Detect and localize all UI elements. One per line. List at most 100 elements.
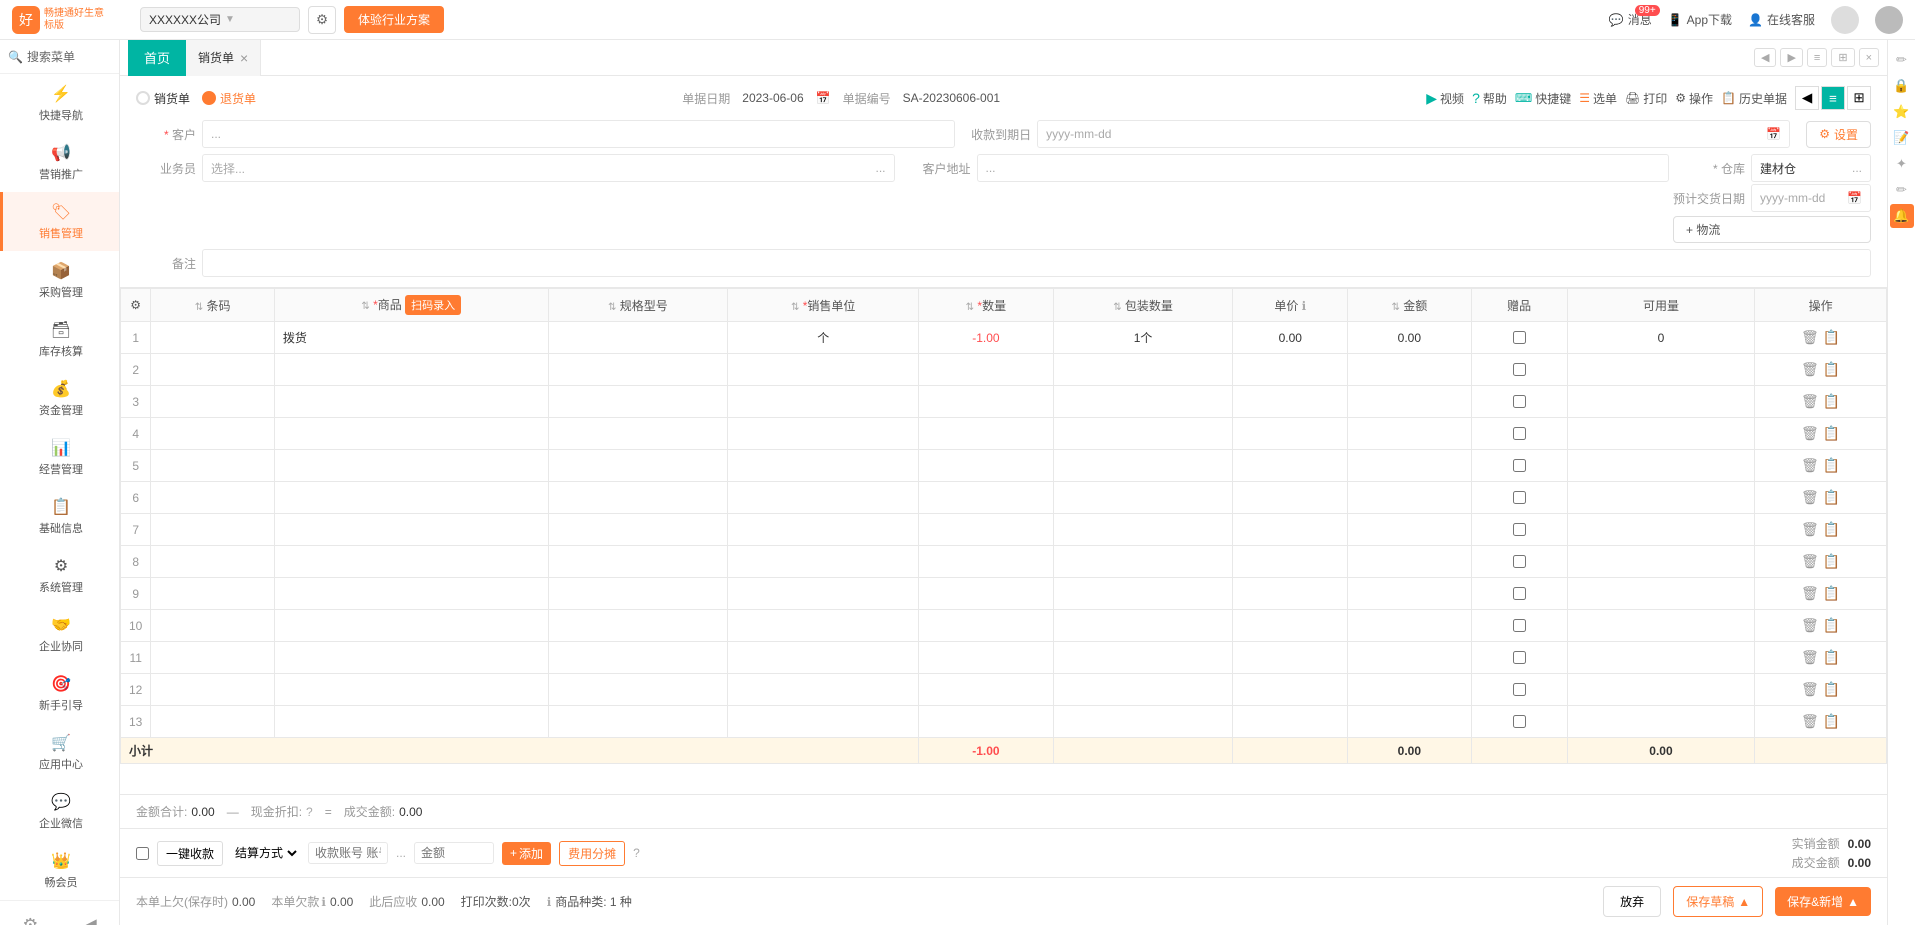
close-all-btn[interactable]: × (1859, 48, 1879, 67)
collect-date-input[interactable]: yyyy-mm-dd 📅 (1037, 120, 1790, 148)
unit-price-cell[interactable] (1233, 450, 1348, 482)
amount-cell[interactable] (1348, 418, 1472, 450)
sidebar-item-purchase[interactable]: 📦 采购管理 (0, 251, 119, 310)
right-panel-btn-7[interactable]: 🔔 (1890, 204, 1914, 228)
pack-qty-cell[interactable] (1053, 354, 1233, 386)
copy-row-btn[interactable]: 📋 (1823, 521, 1840, 538)
unit-cell[interactable] (728, 642, 919, 674)
trial-button[interactable]: 体验行业方案 (344, 6, 444, 33)
pack-qty-cell[interactable] (1053, 642, 1233, 674)
unit-cell[interactable] (728, 578, 919, 610)
product-cell[interactable] (274, 418, 548, 450)
qty-cell[interactable] (919, 706, 1054, 738)
gift-checkbox[interactable] (1513, 459, 1526, 472)
qty-cell[interactable]: -1.00 (919, 322, 1054, 354)
spec-cell[interactable] (548, 642, 728, 674)
copy-row-btn[interactable]: 📋 (1823, 617, 1840, 634)
radio-sales[interactable]: 销货单 (136, 90, 190, 107)
qty-cell[interactable] (919, 514, 1054, 546)
sidebar-item-marketing[interactable]: 📢 营销推广 (0, 133, 119, 192)
sort-icon[interactable]: ⇅ (195, 302, 203, 313)
online-service-button[interactable]: 👤 在线客服 (1748, 11, 1815, 28)
tab-home[interactable]: 首页 (128, 40, 186, 76)
sort-icon6[interactable]: ⇅ (1113, 302, 1121, 313)
sidebar-item-enterprise[interactable]: 🤝 企业协同 (0, 605, 119, 664)
unit-cell[interactable] (728, 482, 919, 514)
gift-cell[interactable] (1471, 482, 1567, 514)
gift-cell[interactable] (1471, 418, 1567, 450)
amount-cell[interactable]: 0.00 (1348, 322, 1472, 354)
gift-checkbox[interactable] (1513, 715, 1526, 728)
spec-cell[interactable] (548, 610, 728, 642)
save-draft-button[interactable]: 保存草稿 ▲ (1673, 886, 1763, 917)
qty-cell[interactable] (919, 674, 1054, 706)
unit-cell[interactable]: 个 (728, 322, 919, 354)
barcode-cell[interactable] (151, 354, 275, 386)
gift-cell[interactable] (1471, 450, 1567, 482)
unit-price-cell[interactable] (1233, 546, 1348, 578)
unit-price-cell[interactable] (1233, 674, 1348, 706)
sidebar-item-appstore[interactable]: 🛒 应用中心 (0, 723, 119, 782)
barcode-cell[interactable] (151, 674, 275, 706)
calendar-icon3[interactable]: 📅 (1847, 191, 1862, 205)
amount-cell[interactable] (1348, 706, 1472, 738)
product-cell[interactable] (274, 674, 548, 706)
sort-icon3[interactable]: ⇅ (608, 302, 616, 313)
barcode-cell[interactable] (151, 642, 275, 674)
spec-cell[interactable] (548, 706, 728, 738)
copy-row-btn[interactable]: 📋 (1823, 457, 1840, 474)
payment-method-select[interactable]: 结算方式 (231, 845, 300, 861)
customer-input[interactable]: ... (202, 120, 955, 148)
unit-price-cell[interactable] (1233, 610, 1348, 642)
barcode-cell[interactable] (151, 386, 275, 418)
sort-icon7[interactable]: ⇅ (1391, 302, 1399, 313)
copy-row-btn[interactable]: 📋 (1823, 553, 1840, 570)
spec-cell[interactable] (548, 514, 728, 546)
copy-row-btn[interactable]: 📋 (1823, 681, 1840, 698)
gift-cell[interactable] (1471, 354, 1567, 386)
calendar-icon2[interactable]: 📅 (1766, 127, 1781, 141)
one-click-checkbox[interactable] (136, 847, 149, 860)
unit-cell[interactable] (728, 674, 919, 706)
col-settings-header[interactable]: ⚙ (121, 289, 151, 322)
pack-qty-cell[interactable] (1053, 674, 1233, 706)
amount-cell[interactable] (1348, 642, 1472, 674)
gift-checkbox[interactable] (1513, 651, 1526, 664)
pack-qty-cell[interactable] (1053, 578, 1233, 610)
copy-row-btn[interactable]: 📋 (1823, 425, 1840, 442)
copy-row-btn[interactable]: 📋 (1823, 649, 1840, 666)
delete-row-btn[interactable]: 🗑 (1801, 713, 1819, 730)
qty-cell[interactable] (919, 546, 1054, 578)
delete-row-btn[interactable]: 🗑 (1801, 329, 1819, 346)
pack-qty-cell[interactable] (1053, 418, 1233, 450)
gift-cell[interactable] (1471, 386, 1567, 418)
product-cell[interactable] (274, 578, 548, 610)
barcode-cell[interactable] (151, 482, 275, 514)
unit-price-cell[interactable] (1233, 642, 1348, 674)
sort-icon5[interactable]: ⇅ (966, 302, 974, 313)
qty-cell[interactable] (919, 578, 1054, 610)
pack-qty-cell[interactable] (1053, 482, 1233, 514)
radio-return[interactable]: 退货单 (202, 90, 256, 107)
sort-icon4[interactable]: ⇅ (791, 302, 799, 313)
sidebar-collapse-btn[interactable]: ◀ (75, 907, 105, 925)
logistics-button[interactable]: + 物流 (1673, 216, 1871, 243)
gift-cell[interactable] (1471, 706, 1567, 738)
unit-price-cell[interactable] (1233, 578, 1348, 610)
right-panel-btn-1[interactable]: ✏ (1890, 48, 1914, 72)
product-cell[interactable] (274, 610, 548, 642)
spec-cell[interactable] (548, 354, 728, 386)
barcode-cell[interactable] (151, 706, 275, 738)
help-icon2[interactable]: ? (306, 805, 313, 819)
pack-qty-cell[interactable] (1053, 450, 1233, 482)
select-btn[interactable]: ☰ 选单 (1579, 90, 1617, 107)
gift-checkbox[interactable] (1513, 491, 1526, 504)
gift-checkbox[interactable] (1513, 331, 1526, 344)
discard-button[interactable]: 放弃 (1603, 886, 1661, 917)
delete-row-btn[interactable]: 🗑 (1801, 649, 1819, 666)
pack-qty-cell[interactable] (1053, 514, 1233, 546)
spec-cell[interactable] (548, 386, 728, 418)
gift-checkbox[interactable] (1513, 395, 1526, 408)
product-cell[interactable] (274, 386, 548, 418)
amount-cell[interactable] (1348, 610, 1472, 642)
